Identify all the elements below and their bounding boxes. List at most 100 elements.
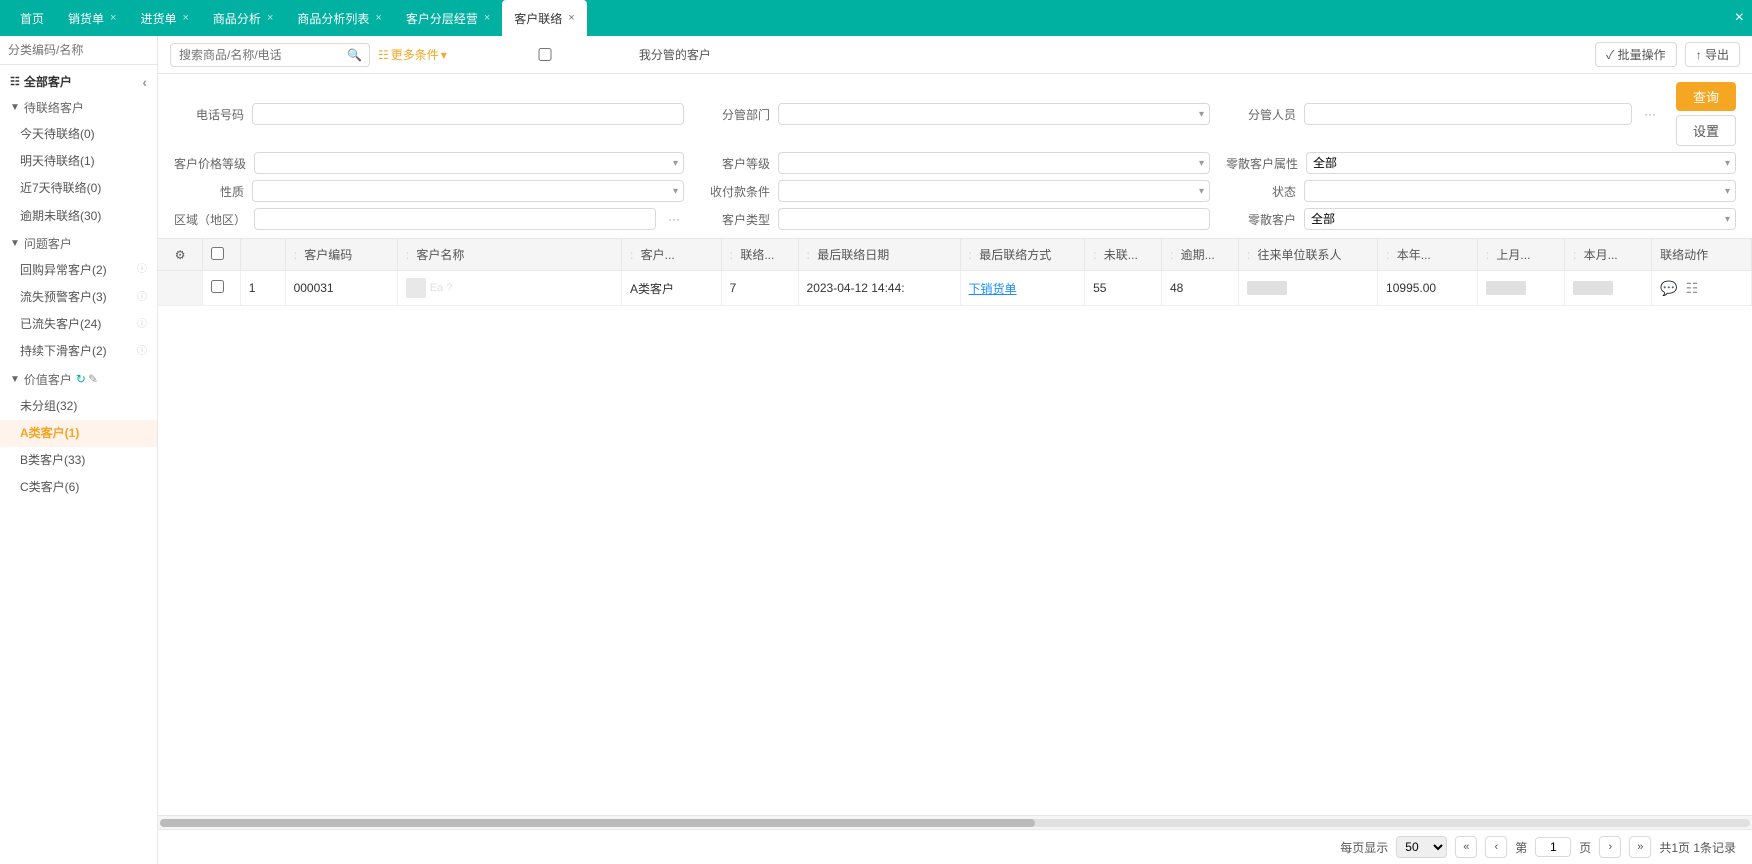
col-not-contacted-header[interactable]: : 未联... (1085, 239, 1162, 271)
filter-select-dept[interactable] (778, 103, 1210, 125)
sidebar-item-class-c[interactable]: C类客户(6) (0, 474, 157, 501)
filter-search-icon[interactable]: 🔍 (347, 48, 362, 62)
close-customer-contact-tab[interactable]: × (568, 12, 574, 24)
col-last-date-header[interactable]: : 最后联络日期 (798, 239, 960, 271)
filter-select-customer-grade[interactable] (778, 152, 1210, 174)
sidebar-item-repurchase-abnormal[interactable]: 回购异常客户(2) ⓘ (0, 257, 157, 284)
filter-label-phone: 电话号码 (174, 106, 244, 123)
select-all-checkbox[interactable] (211, 247, 224, 260)
sidebar-all-customers-label[interactable]: 全部客户 (24, 73, 72, 90)
sidebar-item-ungroup[interactable]: 未分组(32) (0, 393, 157, 420)
sidebar-item-churn-warning[interactable]: 流失预警客户(3) ⓘ (0, 284, 157, 311)
filter-input-customer-type[interactable] (778, 208, 1210, 230)
nav-tab-product-analysis[interactable]: 商品分析 × (201, 0, 285, 36)
filter-row-payment: 收付款条件 ▾ (700, 180, 1210, 202)
col-current-month-header[interactable]: : 本月... (1564, 239, 1651, 271)
last-page-btn[interactable]: » (1629, 836, 1651, 858)
page-number-input[interactable] (1535, 837, 1571, 857)
filter-input-manager[interactable] (1304, 103, 1632, 125)
col-type-header[interactable]: : 客户... (621, 239, 721, 271)
sidebar-item-tomorrow[interactable]: 明天待联络(1) (0, 148, 157, 175)
filter-select-retail-attr[interactable]: 全部 (1306, 152, 1736, 174)
filter-select-status-wrap: ▾ (1304, 180, 1736, 202)
last-month-blurred (1486, 281, 1526, 295)
close-product-analysis-list-tab[interactable]: × (375, 12, 381, 24)
filter-search-input[interactable] (170, 43, 370, 67)
batch-ops-label[interactable]: ✓ 批量操作 (1595, 42, 1677, 67)
my-customers-checkbox[interactable]: 我分管的客户 (455, 46, 711, 63)
col-name-header[interactable]: : 客户名称 (397, 239, 621, 271)
sidebar-item-churned[interactable]: 已流失客户(24) ⓘ (0, 311, 157, 338)
sidebar-item-declining[interactable]: 持续下滑客户(2) ⓘ (0, 338, 157, 365)
table-header-row: ⚙ : 客户编码 : 客户名称 (158, 239, 1752, 271)
filter-input-region[interactable] (254, 208, 656, 230)
sidebar-item-7days[interactable]: 近7天待联络(0) (0, 175, 157, 202)
menu-icon[interactable]: ☷ (1686, 280, 1699, 297)
filter-row-price-grade: 客户价格等级 ▾ (174, 152, 684, 174)
last-method-link[interactable]: 下销货单 (969, 282, 1017, 296)
row-current-year-cell: 10995.00 (1378, 271, 1478, 306)
col-last-method-header[interactable]: : 最后联络方式 (960, 239, 1085, 271)
row-current-month-cell (1564, 271, 1651, 306)
filter-search-wrap: 🔍 (170, 43, 370, 67)
scroll-thumb[interactable] (160, 819, 1035, 827)
nav-tab-purchase[interactable]: 进货单 × (128, 0, 200, 36)
top-nav: 首页 销货单 × 进货单 × 商品分析 × 商品分析列表 × 客户分层经营 × … (0, 0, 1752, 36)
sidebar-section-problem[interactable]: ▼ 问题客户 (0, 230, 157, 257)
filter-select-retail[interactable]: 全部 (1304, 208, 1736, 230)
col-contact-person-header[interactable]: : 往来单位联系人 (1238, 239, 1377, 271)
close-all-tabs[interactable]: × (1735, 9, 1744, 27)
query-button[interactable]: 查询 (1676, 82, 1736, 111)
first-page-btn[interactable]: « (1455, 836, 1477, 858)
nav-tab-customer-tier[interactable]: 客户分层经营 × (394, 0, 502, 36)
setting-button[interactable]: 设置 (1676, 115, 1736, 146)
row-contact-count-cell: 7 (721, 271, 798, 306)
my-customers-check[interactable] (455, 48, 635, 61)
sidebar-search-input[interactable] (8, 43, 158, 57)
col-contact-count-header[interactable]: : 联络... (721, 239, 798, 271)
horizontal-scrollbar[interactable] (158, 815, 1752, 829)
col-settings: ⚙ (158, 239, 203, 271)
sidebar-collapse-icon[interactable]: ‹ (142, 74, 147, 90)
filter-bar: 🔍 ☷ 更多条件 ▾ 我分管的客户 ✓ 批量操作 ↑ 导出 (158, 36, 1752, 74)
sidebar-item-overdue[interactable]: 逾期未联络(30) (0, 203, 157, 230)
scroll-track (160, 819, 1750, 827)
close-customer-tier-tab[interactable]: × (484, 12, 490, 24)
nav-tab-sales[interactable]: 销货单 × (56, 0, 128, 36)
nav-tab-product-analysis-list[interactable]: 商品分析列表 × (285, 0, 393, 36)
region-dots-icon[interactable]: ··· (664, 212, 684, 226)
next-page-btn[interactable]: › (1599, 836, 1621, 858)
filter-input-phone[interactable] (252, 103, 684, 125)
filter-select-status[interactable] (1304, 180, 1736, 202)
col-code-header[interactable]: : 客户编码 (285, 239, 397, 271)
filter-select-payment[interactable] (778, 180, 1210, 202)
row-checkbox[interactable] (211, 280, 224, 293)
close-sales-tab[interactable]: × (110, 12, 116, 24)
filter-select-price-grade[interactable] (254, 152, 684, 174)
prev-page-btn[interactable]: ‹ (1485, 836, 1507, 858)
col-last-month-header[interactable]: : 上月... (1477, 239, 1564, 271)
sidebar-item-today[interactable]: 今天待联络(0) (0, 121, 157, 148)
sidebar-item-class-a[interactable]: A类客户(1) (0, 420, 157, 447)
sidebar-section-pending[interactable]: ▼ 待联络客户 (0, 94, 157, 121)
export-btn[interactable]: ↑ 导出 (1685, 42, 1740, 67)
close-purchase-tab[interactable]: × (182, 12, 188, 24)
chat-icon[interactable]: 💬 (1660, 280, 1677, 297)
sidebar-item-class-b[interactable]: B类客户(33) (0, 447, 157, 474)
refresh-icon[interactable]: ↻ (76, 372, 86, 386)
customer-avatar (406, 278, 426, 298)
col-overdue-header[interactable]: : 逾期... (1161, 239, 1238, 271)
nav-tab-home[interactable]: 首页 (8, 0, 56, 36)
page-size-select[interactable]: 50 10 20 100 (1396, 836, 1447, 858)
manager-dots-icon[interactable]: ··· (1640, 107, 1660, 121)
filter-more-conditions[interactable]: ☷ 更多条件 ▾ (378, 46, 447, 63)
nav-tab-customer-contact[interactable]: 客户联络 × (502, 0, 586, 36)
close-product-analysis-tab[interactable]: × (267, 12, 273, 24)
filter-select-nature[interactable] (252, 180, 684, 202)
settings-icon[interactable]: ⚙ (175, 248, 186, 262)
sidebar-section-value[interactable]: ▼ 价值客户 ↻ ✎ (0, 366, 157, 393)
filter-row-customer-type: 客户类型 (700, 208, 1210, 230)
info-icon-3: ⓘ (137, 317, 147, 333)
edit-group-icon[interactable]: ✎ (88, 372, 98, 386)
col-current-year-header[interactable]: : 本年... (1378, 239, 1478, 271)
